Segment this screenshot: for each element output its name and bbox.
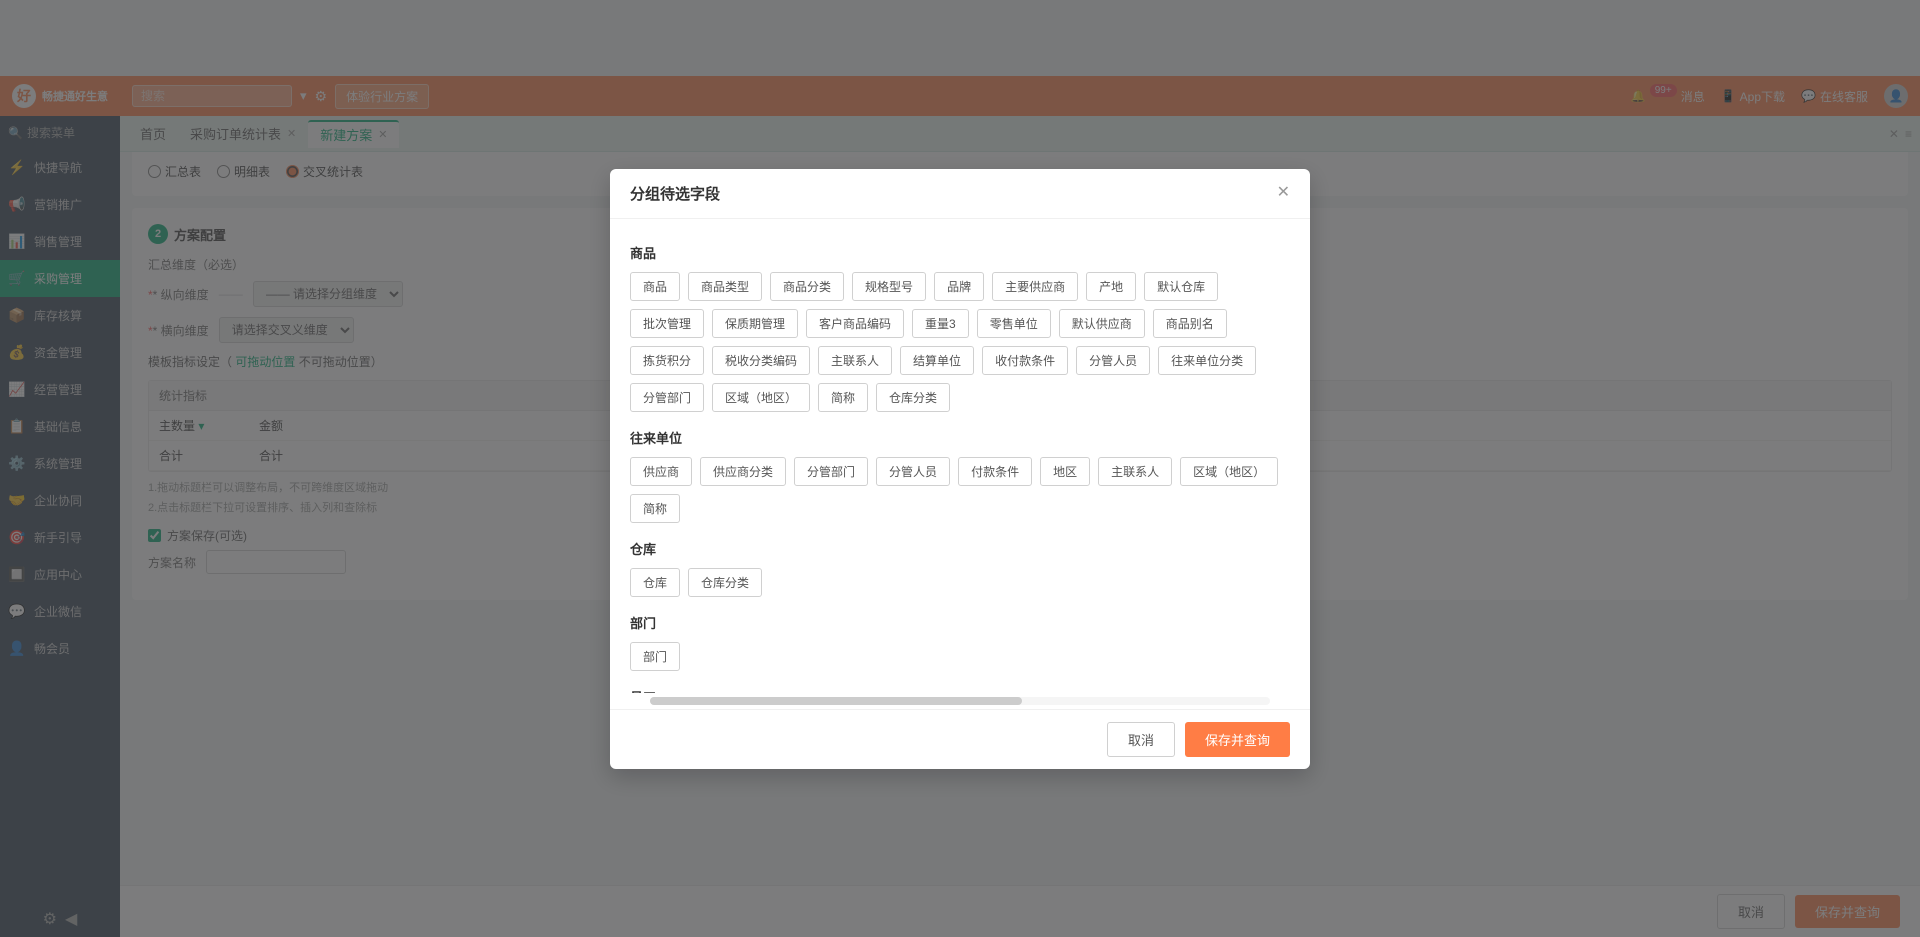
field-tag-weight[interactable]: 重量3 [912,309,969,338]
field-tag-partner-short[interactable]: 简称 [630,494,680,523]
field-tag-goods-category[interactable]: 商品分类 [770,272,844,301]
section-title-warehouse: 仓库 [630,539,1290,558]
modal-hscroll-thumb[interactable] [650,697,1022,705]
modal-footer: 取消 保存并查询 [610,709,1310,769]
section-title-goods: 商品 [630,243,1290,262]
modal-hscroll-container [610,693,1310,709]
field-tag-pay-terms[interactable]: 收付款条件 [982,346,1068,375]
modal-header: 分组待选字段 ✕ [610,169,1310,219]
field-tag-batch[interactable]: 批次管理 [630,309,704,338]
modal-close-button[interactable]: ✕ [1277,185,1290,201]
modal-overlay[interactable]: 分组待选字段 ✕ 商品 商品 商品类型 商品分类 规格型号 品牌 主要供应商 产… [0,0,1920,937]
field-tag-area[interactable]: 地区 [1040,457,1090,486]
field-tag-region[interactable]: 区域（地区） [712,383,810,412]
field-tag-customer-code[interactable]: 客户商品编码 [806,309,904,338]
field-tag-main-contact[interactable]: 主联系人 [818,346,892,375]
section-goods-fields: 商品 商品类型 商品分类 规格型号 品牌 主要供应商 产地 默认仓库 批次管理 … [630,272,1290,412]
field-tag-pick-points[interactable]: 拣货积分 [630,346,704,375]
modal: 分组待选字段 ✕ 商品 商品 商品类型 商品分类 规格型号 品牌 主要供应商 产… [610,169,1310,769]
field-tag-main-supplier[interactable]: 主要供应商 [992,272,1078,301]
field-tag-supplier[interactable]: 供应商 [630,457,692,486]
field-tag-goods-type[interactable]: 商品类型 [688,272,762,301]
field-tag-manager[interactable]: 分管人员 [1076,346,1150,375]
field-tag-warehouse[interactable]: 仓库 [630,568,680,597]
field-tag-payment-terms[interactable]: 付款条件 [958,457,1032,486]
field-tag-supplier-category[interactable]: 供应商分类 [700,457,786,486]
field-tag-brand[interactable]: 品牌 [934,272,984,301]
field-tag-department[interactable]: 部门 [630,642,680,671]
modal-body: 商品 商品 商品类型 商品分类 规格型号 品牌 主要供应商 产地 默认仓库 批次… [610,219,1310,693]
field-tag-warehouse-cat[interactable]: 仓库分类 [688,568,762,597]
section-title-dept: 部门 [630,613,1290,632]
field-tag-spec[interactable]: 规格型号 [852,272,926,301]
field-tag-dept[interactable]: 分管部门 [630,383,704,412]
field-tag-shelf-life[interactable]: 保质期管理 [712,309,798,338]
section-title-partner: 往来单位 [630,428,1290,447]
section-partner-fields: 供应商 供应商分类 分管部门 分管人员 付款条件 地区 主联系人 区域（地区） … [630,457,1290,523]
field-tag-partner-contact[interactable]: 主联系人 [1098,457,1172,486]
field-tag-default-warehouse[interactable]: 默认仓库 [1144,272,1218,301]
field-tag-partner-region[interactable]: 区域（地区） [1180,457,1278,486]
section-warehouse-fields: 仓库 仓库分类 [630,568,1290,597]
field-tag-wh-category[interactable]: 仓库分类 [876,383,950,412]
field-tag-partner-manager[interactable]: 分管人员 [876,457,950,486]
field-tag-short-name[interactable]: 简称 [818,383,868,412]
field-tag-default-supplier[interactable]: 默认供应商 [1059,309,1145,338]
field-tag-partner-category[interactable]: 往来单位分类 [1158,346,1256,375]
modal-hscroll[interactable] [650,697,1270,705]
modal-cancel-button[interactable]: 取消 [1107,722,1175,757]
field-tag-retail-unit[interactable]: 零售单位 [977,309,1051,338]
section-dept-fields: 部门 [630,642,1290,671]
field-tag-goods[interactable]: 商品 [630,272,680,301]
field-tag-tax-code[interactable]: 税收分类编码 [712,346,810,375]
field-tag-origin[interactable]: 产地 [1086,272,1136,301]
field-tag-settle-unit[interactable]: 结算单位 [900,346,974,375]
field-tag-partner-dept[interactable]: 分管部门 [794,457,868,486]
modal-title: 分组待选字段 [630,183,720,204]
field-tag-alias[interactable]: 商品别名 [1153,309,1227,338]
modal-confirm-button[interactable]: 保存并查询 [1185,722,1290,757]
